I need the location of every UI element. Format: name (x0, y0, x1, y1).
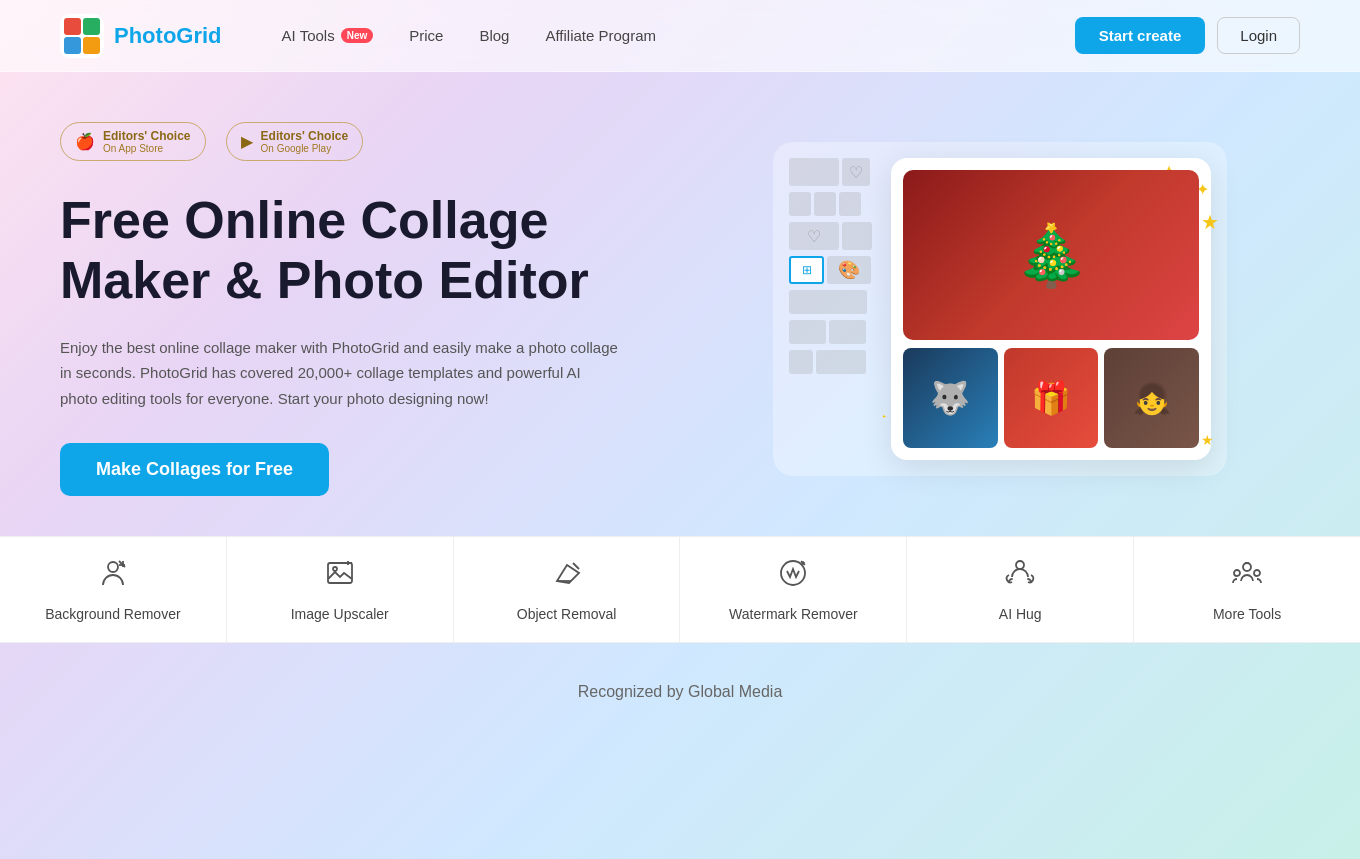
svg-point-5 (333, 567, 337, 571)
template-row-3: ♡ (789, 222, 879, 250)
photo-row: 🐺 🎁 👧 (903, 348, 1199, 448)
svg-point-11 (1243, 563, 1251, 571)
logo[interactable]: PhotoGrid (60, 14, 222, 58)
svg-point-12 (1234, 570, 1240, 576)
hero-title: Free Online Collage Maker & Photo Editor (60, 191, 660, 311)
recognized-section: Recognized by Global Media (0, 643, 1360, 741)
tool-label-upscaler: Image Upscaler (291, 606, 389, 622)
hero-right: ♡ ♡ ⊞ 🎨 (700, 142, 1300, 476)
tool-ai-hug[interactable]: AI Hug (907, 537, 1134, 642)
tool-image-upscaler[interactable]: Image Upscaler (227, 537, 454, 642)
play-icon: ▶ (241, 132, 253, 151)
eraser-icon (551, 557, 583, 596)
googleplay-badge: ▶ Editors' Choice On Google Play (226, 122, 364, 161)
nav-blog[interactable]: Blog (479, 27, 509, 44)
template-cell[interactable] (842, 222, 872, 250)
photo-main: 🎄 (903, 170, 1199, 340)
svg-point-0 (108, 562, 118, 572)
new-badge: New (341, 28, 374, 43)
template-cell[interactable] (789, 350, 813, 374)
apple-icon: 🍎 (75, 132, 95, 151)
tool-label-bg: Background Remover (45, 606, 180, 622)
nav-affiliate[interactable]: Affiliate Program (545, 27, 656, 44)
nav-actions: Start create Login (1075, 17, 1300, 54)
watermark-icon (777, 557, 809, 596)
hero-section: 🍎 Editors' Choice On App Store ▶ Editors… (0, 72, 1360, 536)
template-row-5 (789, 290, 879, 314)
template-row-2 (789, 192, 879, 216)
tool-more-tools[interactable]: More Tools (1134, 537, 1360, 642)
template-row-1: ♡ (789, 158, 879, 186)
tool-label-watermark: Watermark Remover (729, 606, 858, 622)
template-cell[interactable] (789, 158, 839, 186)
person-icon (97, 557, 129, 596)
template-row-6 (789, 320, 879, 344)
tool-label-hug: AI Hug (999, 606, 1042, 622)
hug-icon (1004, 557, 1036, 596)
template-cell[interactable] (789, 290, 867, 314)
template-cell-heart2[interactable]: ♡ (789, 222, 839, 250)
photo-small-1: 🐺 (903, 348, 998, 448)
photo-small-2: 🎁 (1004, 348, 1099, 448)
template-cell[interactable] (829, 320, 866, 344)
recognized-label: Recognized by Global Media (578, 683, 783, 700)
template-cell[interactable] (789, 320, 826, 344)
logo-icon (60, 14, 104, 58)
tools-bar: Background Remover Image Upscaler Object… (0, 536, 1360, 643)
photo-small-3: 👧 (1104, 348, 1199, 448)
svg-point-10 (1016, 561, 1024, 569)
image-icon (324, 557, 356, 596)
start-create-button[interactable]: Start create (1075, 17, 1206, 54)
more-icon (1231, 557, 1263, 596)
login-button[interactable]: Login (1217, 17, 1300, 54)
template-grid: ♡ ♡ ⊞ 🎨 (789, 158, 879, 460)
nav-links: AI Tools New Price Blog Affiliate Progra… (282, 27, 1075, 44)
make-collages-button[interactable]: Make Collages for Free (60, 443, 329, 496)
template-row-4: ⊞ 🎨 (789, 256, 879, 284)
svg-line-1 (119, 561, 125, 567)
tool-label-more: More Tools (1213, 606, 1281, 622)
template-cell[interactable] (816, 350, 866, 374)
nav-price[interactable]: Price (409, 27, 443, 44)
tool-object-removal[interactable]: Object Removal (454, 537, 681, 642)
svg-point-13 (1254, 570, 1260, 576)
template-cell[interactable] (789, 192, 811, 216)
appstore-badge: 🍎 Editors' Choice On App Store (60, 122, 206, 161)
template-cell[interactable] (814, 192, 836, 216)
logo-text: PhotoGrid (114, 23, 222, 49)
tool-watermark-remover[interactable]: Watermark Remover (680, 537, 907, 642)
template-cell[interactable] (839, 192, 861, 216)
template-cell-emoji[interactable]: 🎨 (827, 256, 871, 284)
svg-rect-4 (328, 563, 352, 583)
nav-ai-tools[interactable]: AI Tools New (282, 27, 374, 44)
tool-label-object: Object Removal (517, 606, 617, 622)
svg-line-6 (573, 563, 579, 569)
hero-description: Enjoy the best online collage maker with… (60, 335, 620, 412)
badges: 🍎 Editors' Choice On App Store ▶ Editors… (60, 122, 660, 161)
template-cell-heart[interactable]: ♡ (842, 158, 870, 186)
template-cell-selected[interactable]: ⊞ (789, 256, 824, 284)
template-row-7 (789, 350, 879, 374)
photo-collage: ✦ ✦ ★ ✦ ★ 🎄 🐺 (891, 158, 1211, 460)
collage-panel: ♡ ♡ ⊞ 🎨 (773, 142, 1227, 476)
hero-left: 🍎 Editors' Choice On App Store ▶ Editors… (60, 122, 660, 496)
tool-background-remover[interactable]: Background Remover (0, 537, 227, 642)
